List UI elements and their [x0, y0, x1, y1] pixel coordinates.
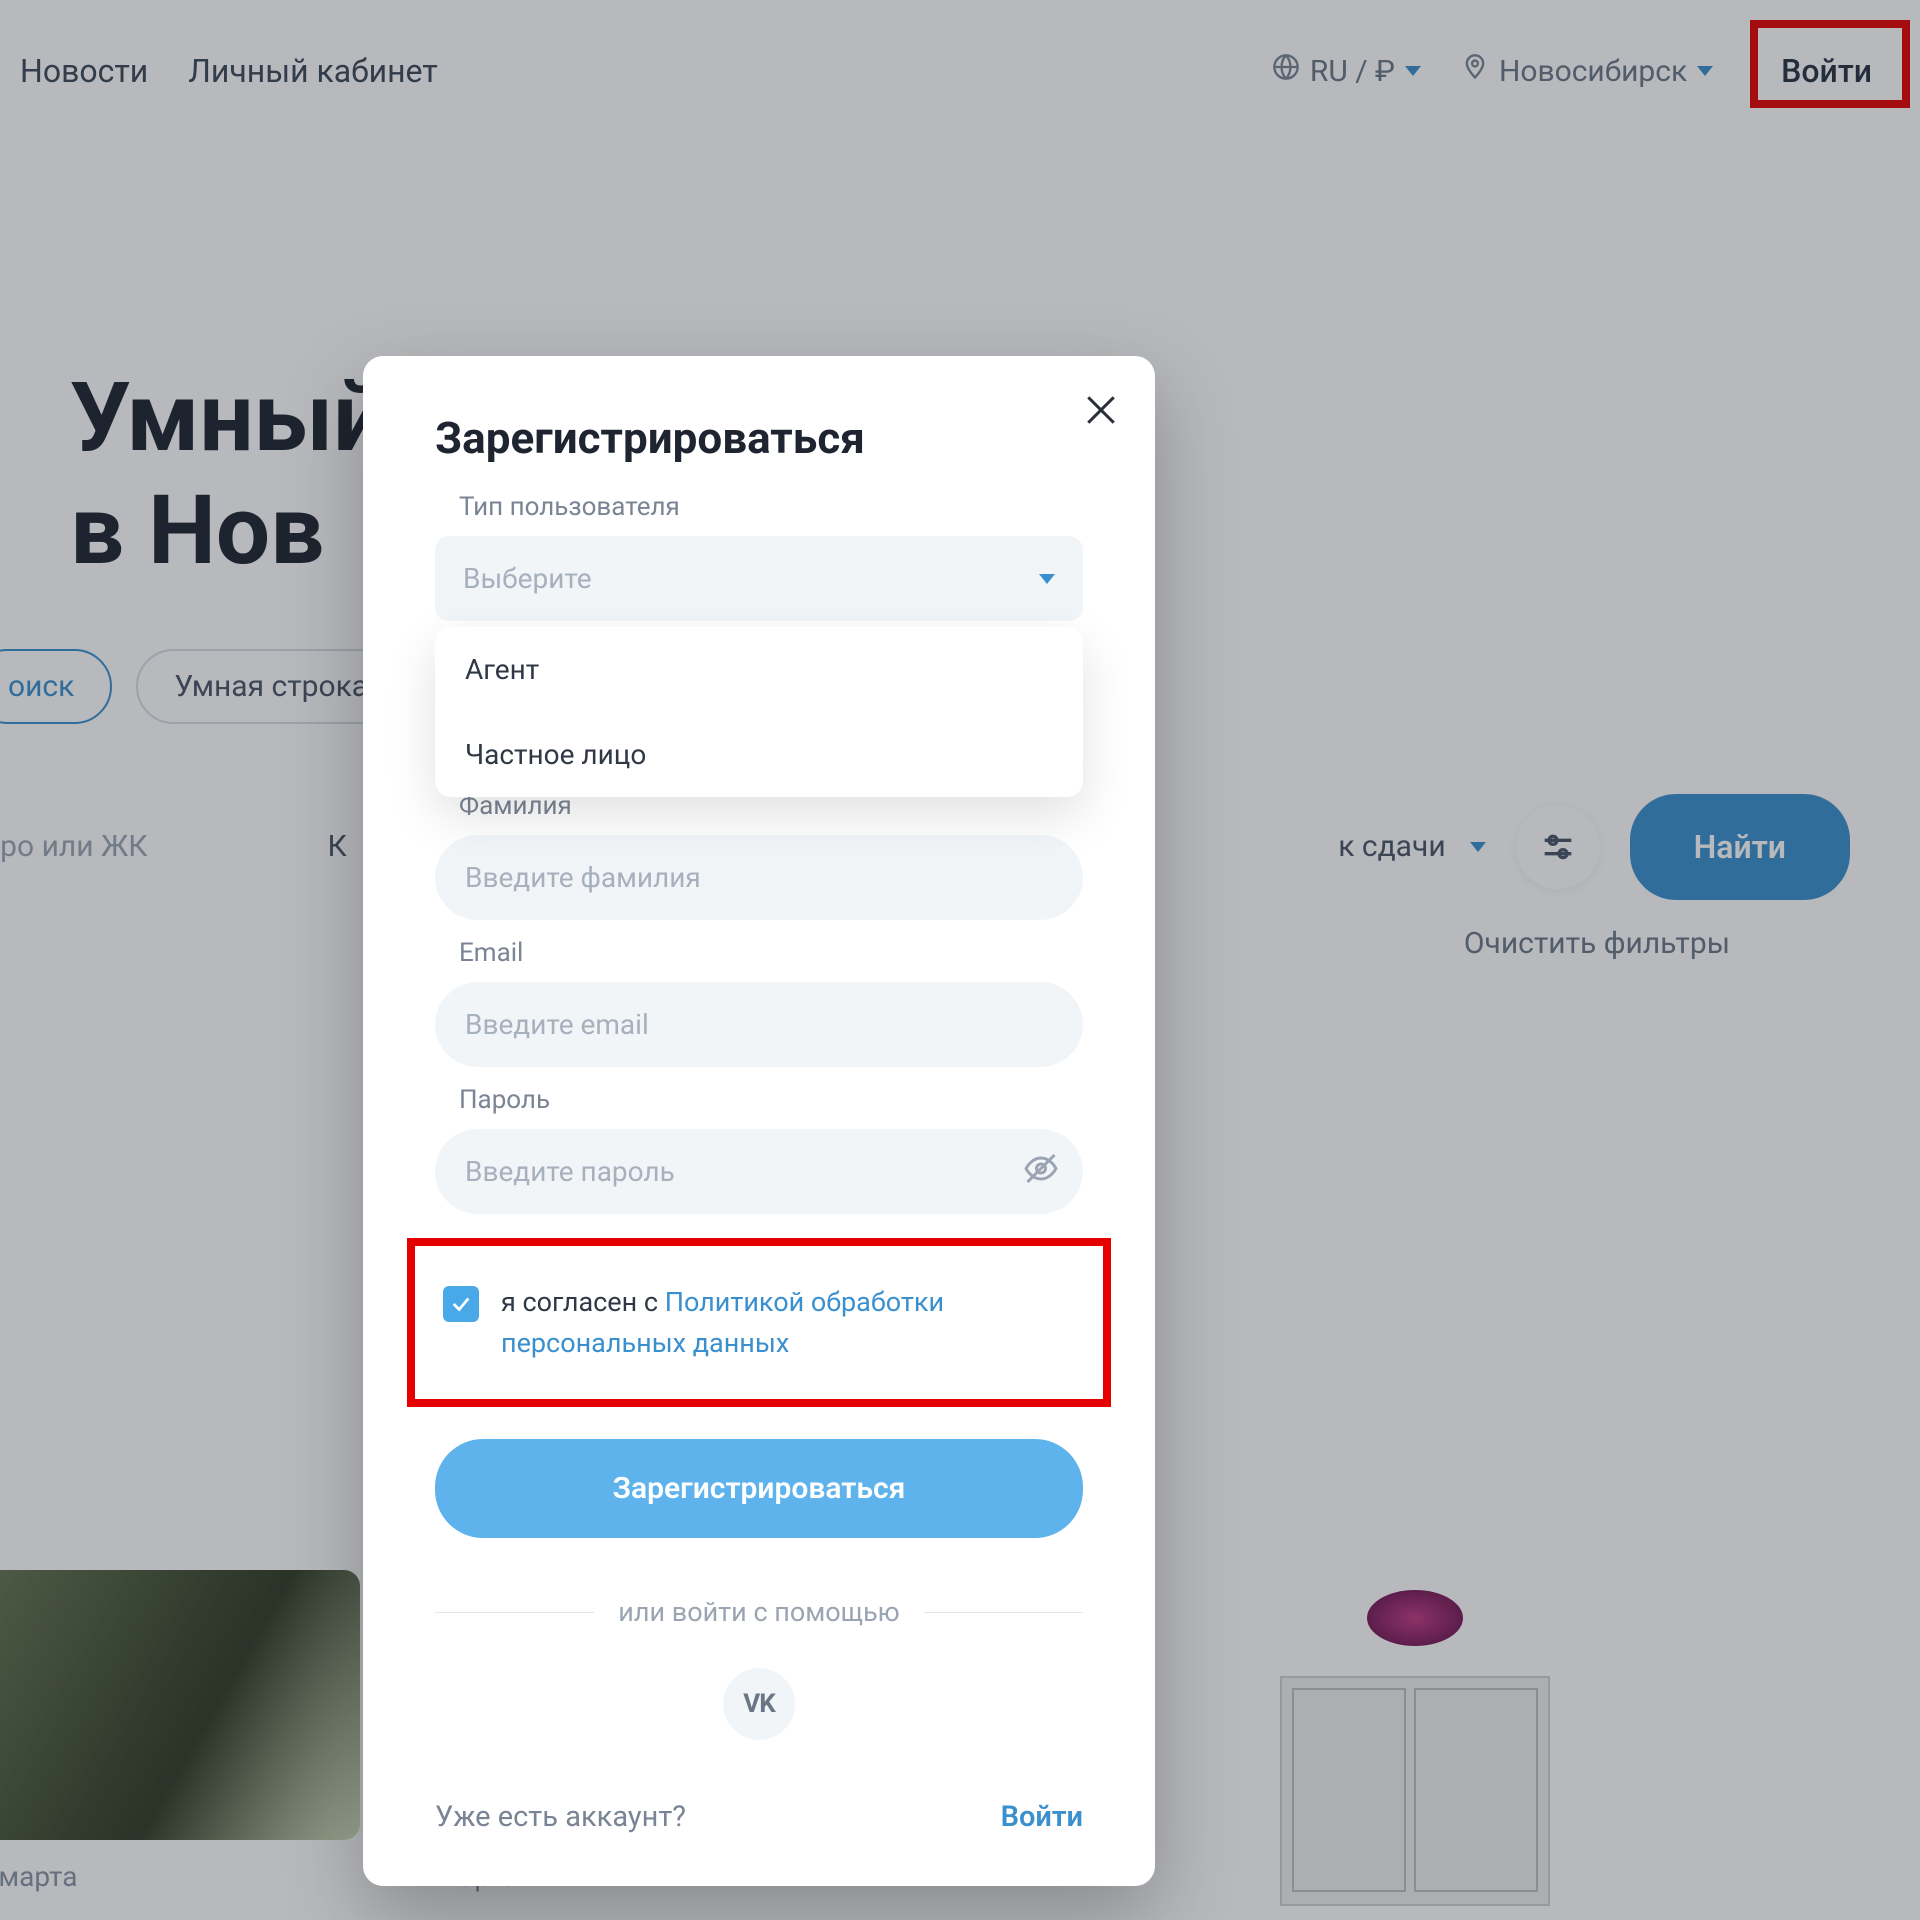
- have-account-text: Уже есть аккаунт?: [435, 1800, 686, 1834]
- password-input[interactable]: Введите пароль: [435, 1129, 1083, 1214]
- vk-login-button[interactable]: VK: [723, 1668, 795, 1740]
- modal-bottom-row: Уже есть аккаунт? Войти: [435, 1800, 1083, 1834]
- consent-text-pre: я согласен с: [501, 1286, 665, 1318]
- close-button[interactable]: [1079, 388, 1123, 432]
- password-placeholder: Введите пароль: [465, 1155, 675, 1188]
- register-submit-button[interactable]: Зарегистрироваться: [435, 1439, 1083, 1538]
- user-type-dropdown: Агент Частное лицо: [435, 627, 1083, 797]
- option-private[interactable]: Частное лицо: [435, 712, 1083, 797]
- eye-off-icon[interactable]: [1023, 1150, 1059, 1193]
- alt-login-label: или войти с помощью: [618, 1596, 899, 1628]
- alt-login-divider: или войти с помощью: [435, 1596, 1083, 1628]
- email-label: Email: [435, 938, 1083, 982]
- consent-checkbox[interactable]: [443, 1286, 479, 1322]
- option-agent[interactable]: Агент: [435, 627, 1083, 712]
- divider-line: [924, 1612, 1083, 1613]
- modal-title: Зарегистрироваться: [435, 412, 1083, 464]
- consent-highlight: я согласен с Политикой обработки персона…: [407, 1238, 1111, 1407]
- email-input[interactable]: Введите email: [435, 982, 1083, 1067]
- divider-line: [435, 1612, 594, 1613]
- switch-to-login-link[interactable]: Войти: [1001, 1800, 1083, 1834]
- user-type-placeholder: Выберите: [463, 562, 592, 595]
- password-label: Пароль: [435, 1085, 1083, 1129]
- social-login-row: VK: [435, 1668, 1083, 1740]
- user-type-label: Тип пользователя: [435, 492, 1083, 536]
- surname-input[interactable]: Введите фамилия: [435, 835, 1083, 920]
- user-type-select[interactable]: Выберите Агент Частное лицо: [435, 536, 1083, 621]
- user-type-select-box[interactable]: Выберите: [435, 536, 1083, 621]
- consent-text: я согласен с Политикой обработки персона…: [501, 1282, 1075, 1363]
- surname-label: Фамилия: [435, 791, 1083, 835]
- caret-down-icon: [1039, 574, 1055, 584]
- register-modal: Зарегистрироваться Тип пользователя Выбе…: [363, 356, 1155, 1886]
